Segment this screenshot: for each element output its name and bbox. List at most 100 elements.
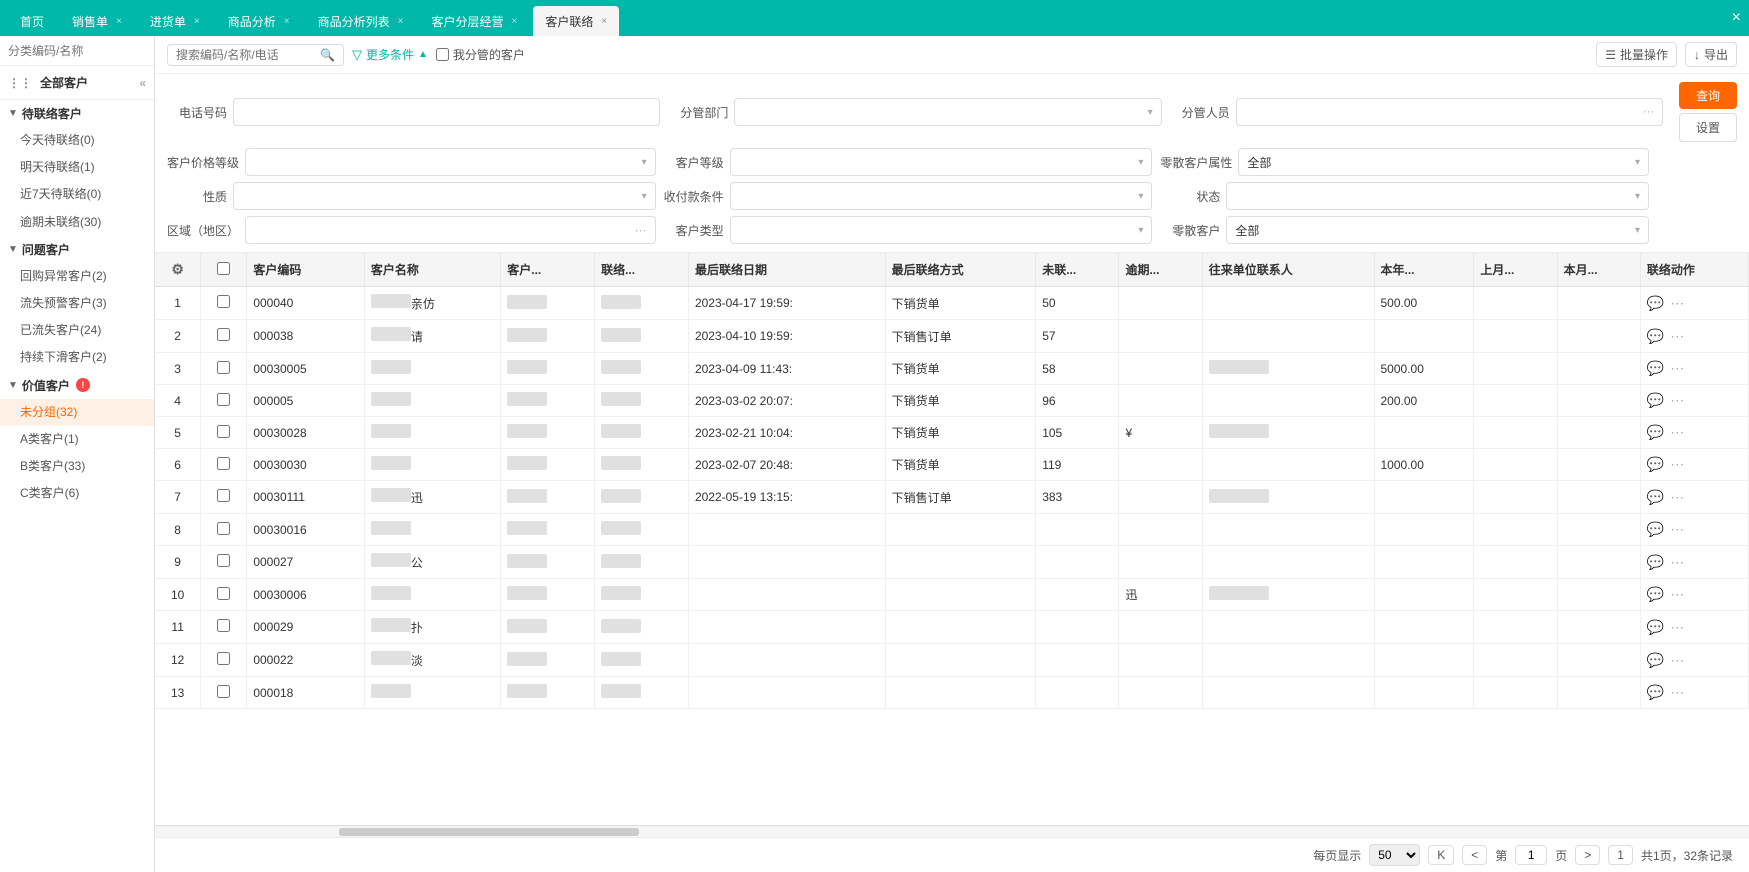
sidebar-section-value[interactable]: ▼ 价值客户 !	[0, 372, 154, 399]
row-checkbox[interactable]	[217, 489, 230, 502]
sidebar-item-btype[interactable]: B类客户(33)	[0, 453, 154, 480]
export-btn[interactable]: ↓ 导出	[1685, 42, 1737, 67]
last-type-link[interactable]: 下销货单	[892, 394, 940, 408]
my-customers-checkbox[interactable]	[436, 48, 449, 61]
more-icon[interactable]: ⋯	[1670, 652, 1684, 669]
more-icon[interactable]: ⋯	[1670, 392, 1684, 409]
last-type-link[interactable]: 下销货单	[892, 362, 940, 376]
row-checkbox[interactable]	[217, 554, 230, 567]
row-checkbox[interactable]	[217, 522, 230, 535]
close-analysis-list-tab[interactable]: ×	[398, 16, 404, 27]
row-checkbox[interactable]	[217, 587, 230, 600]
gear-icon[interactable]: ⚙	[171, 261, 184, 277]
tab-customer-seg[interactable]: 客户分层经营 ×	[419, 6, 529, 36]
reset-button[interactable]: 设置	[1679, 113, 1737, 142]
phone-input[interactable]	[233, 98, 660, 126]
row-checkbox[interactable]	[217, 619, 230, 632]
query-button[interactable]: 查询	[1679, 82, 1737, 109]
sidebar-item-atype[interactable]: A类客户(1)	[0, 426, 154, 453]
more-icon[interactable]: ⋯	[1670, 684, 1684, 701]
sidebar-item-overdue-pending[interactable]: 逾期未联络(30)	[0, 209, 154, 236]
tab-purchase[interactable]: 进货单 ×	[138, 6, 212, 36]
search-icon[interactable]: 🔍	[320, 48, 335, 62]
more-icon[interactable]: ⋯	[1670, 456, 1684, 473]
my-customers-checkbox-area[interactable]: 我分管的客户	[436, 46, 525, 63]
more-icon[interactable]: ⋯	[1670, 586, 1684, 603]
sidebar-item-lostpre[interactable]: 流失预警客户(3)	[0, 290, 154, 317]
chat-icon[interactable]: 💬	[1647, 456, 1664, 473]
chat-icon[interactable]: 💬	[1647, 619, 1664, 636]
payment-select[interactable]: ▾	[730, 182, 1153, 210]
sidebar-search-input[interactable]	[8, 44, 155, 58]
more-icon[interactable]: ⋯	[1670, 295, 1684, 312]
last-type-link[interactable]: 下销货单	[892, 426, 940, 440]
person-select[interactable]: ···	[1236, 98, 1663, 126]
more-icon[interactable]: ⋯	[1670, 619, 1684, 636]
chat-icon[interactable]: 💬	[1647, 684, 1664, 701]
close-analysis-tab[interactable]: ×	[284, 16, 290, 27]
more-icon[interactable]: ⋯	[1670, 554, 1684, 571]
scrollbar-thumb[interactable]	[339, 828, 639, 836]
page-size-select[interactable]: 50 100	[1369, 844, 1420, 866]
chat-icon[interactable]: 💬	[1647, 521, 1664, 538]
sidebar-all-customers[interactable]: ⋮⋮ 全部客户 «	[0, 66, 154, 100]
row-checkbox[interactable]	[217, 685, 230, 698]
sidebar-item-nogroup[interactable]: 未分组(32)	[0, 399, 154, 426]
batch-ops-btn[interactable]: ☰ 批量操作	[1596, 42, 1677, 67]
chat-icon[interactable]: 💬	[1647, 295, 1664, 312]
sidebar-collapse-icon[interactable]: «	[139, 76, 146, 90]
row-checkbox[interactable]	[217, 295, 230, 308]
tab-analysis[interactable]: 商品分析 ×	[216, 6, 302, 36]
tab-analysis-list[interactable]: 商品分析列表 ×	[306, 6, 416, 36]
cust-grade-select[interactable]: ▾	[730, 148, 1153, 176]
more-icon[interactable]: ⋯	[1670, 424, 1684, 441]
chat-icon[interactable]: 💬	[1647, 328, 1664, 345]
more-icon[interactable]: ⋯	[1670, 521, 1684, 538]
row-checkbox[interactable]	[217, 425, 230, 438]
chat-icon[interactable]: 💬	[1647, 392, 1664, 409]
sidebar-item-abnormal[interactable]: 回购异常客户(2)	[0, 263, 154, 290]
first-page-btn[interactable]: K	[1428, 845, 1454, 865]
sidebar-item-ctype[interactable]: C类客户(6)	[0, 480, 154, 507]
tab-customer-contact[interactable]: 客户联络 ×	[533, 6, 619, 36]
sidebar-section-problem[interactable]: ▼ 问题客户	[0, 236, 154, 263]
chat-icon[interactable]: 💬	[1647, 586, 1664, 603]
cust-type-select[interactable]: ▾	[730, 216, 1153, 244]
more-icon[interactable]: ⋯	[1670, 360, 1684, 377]
last-type-link[interactable]: 下销货单	[892, 458, 940, 472]
row-checkbox[interactable]	[217, 361, 230, 374]
sidebar-section-pending[interactable]: ▼ 待联络客户	[0, 100, 154, 127]
chat-icon[interactable]: 💬	[1647, 652, 1664, 669]
row-checkbox[interactable]	[217, 328, 230, 341]
region-select[interactable]: ···	[245, 216, 656, 244]
close-customer-contact-tab[interactable]: ×	[601, 16, 607, 27]
last-type-link[interactable]: 下销售订单	[892, 491, 952, 505]
close-purchase-tab[interactable]: ×	[194, 16, 200, 27]
sidebar-item-today[interactable]: 今天待联络(0)	[0, 127, 154, 154]
retail-attr-select[interactable]: 全部 ▾	[1238, 148, 1649, 176]
sidebar-item-lost[interactable]: 已流失客户(24)	[0, 317, 154, 344]
prev-page-btn[interactable]: <	[1462, 845, 1487, 865]
more-icon[interactable]: ⋯	[1670, 328, 1684, 345]
price-grade-select[interactable]: ▾	[245, 148, 656, 176]
sidebar-item-7days[interactable]: 近7天待联络(0)	[0, 181, 154, 208]
last-page-btn[interactable]: 1	[1608, 845, 1633, 865]
chat-icon[interactable]: 💬	[1647, 554, 1664, 571]
nature-select[interactable]: ▾	[233, 182, 656, 210]
search-input[interactable]	[176, 48, 316, 62]
last-type-link[interactable]: 下销货单	[892, 297, 940, 311]
row-checkbox[interactable]	[217, 457, 230, 470]
close-customer-seg-tab[interactable]: ×	[511, 16, 517, 27]
horizontal-scrollbar[interactable]	[155, 825, 1749, 837]
page-input[interactable]	[1515, 845, 1547, 865]
sidebar-item-tomorrow[interactable]: 明天待联络(1)	[0, 154, 154, 181]
row-checkbox[interactable]	[217, 393, 230, 406]
more-conditions-btn[interactable]: ▽ 更多条件 ▲	[352, 46, 428, 63]
next-page-btn[interactable]: >	[1575, 845, 1600, 865]
select-all-checkbox[interactable]	[217, 262, 230, 275]
close-sales-tab[interactable]: ×	[116, 16, 122, 27]
tab-sales[interactable]: 销售单 ×	[60, 6, 134, 36]
chat-icon[interactable]: 💬	[1647, 489, 1664, 506]
row-checkbox[interactable]	[217, 652, 230, 665]
retail-cust-select[interactable]: 全部 ▾	[1226, 216, 1649, 244]
